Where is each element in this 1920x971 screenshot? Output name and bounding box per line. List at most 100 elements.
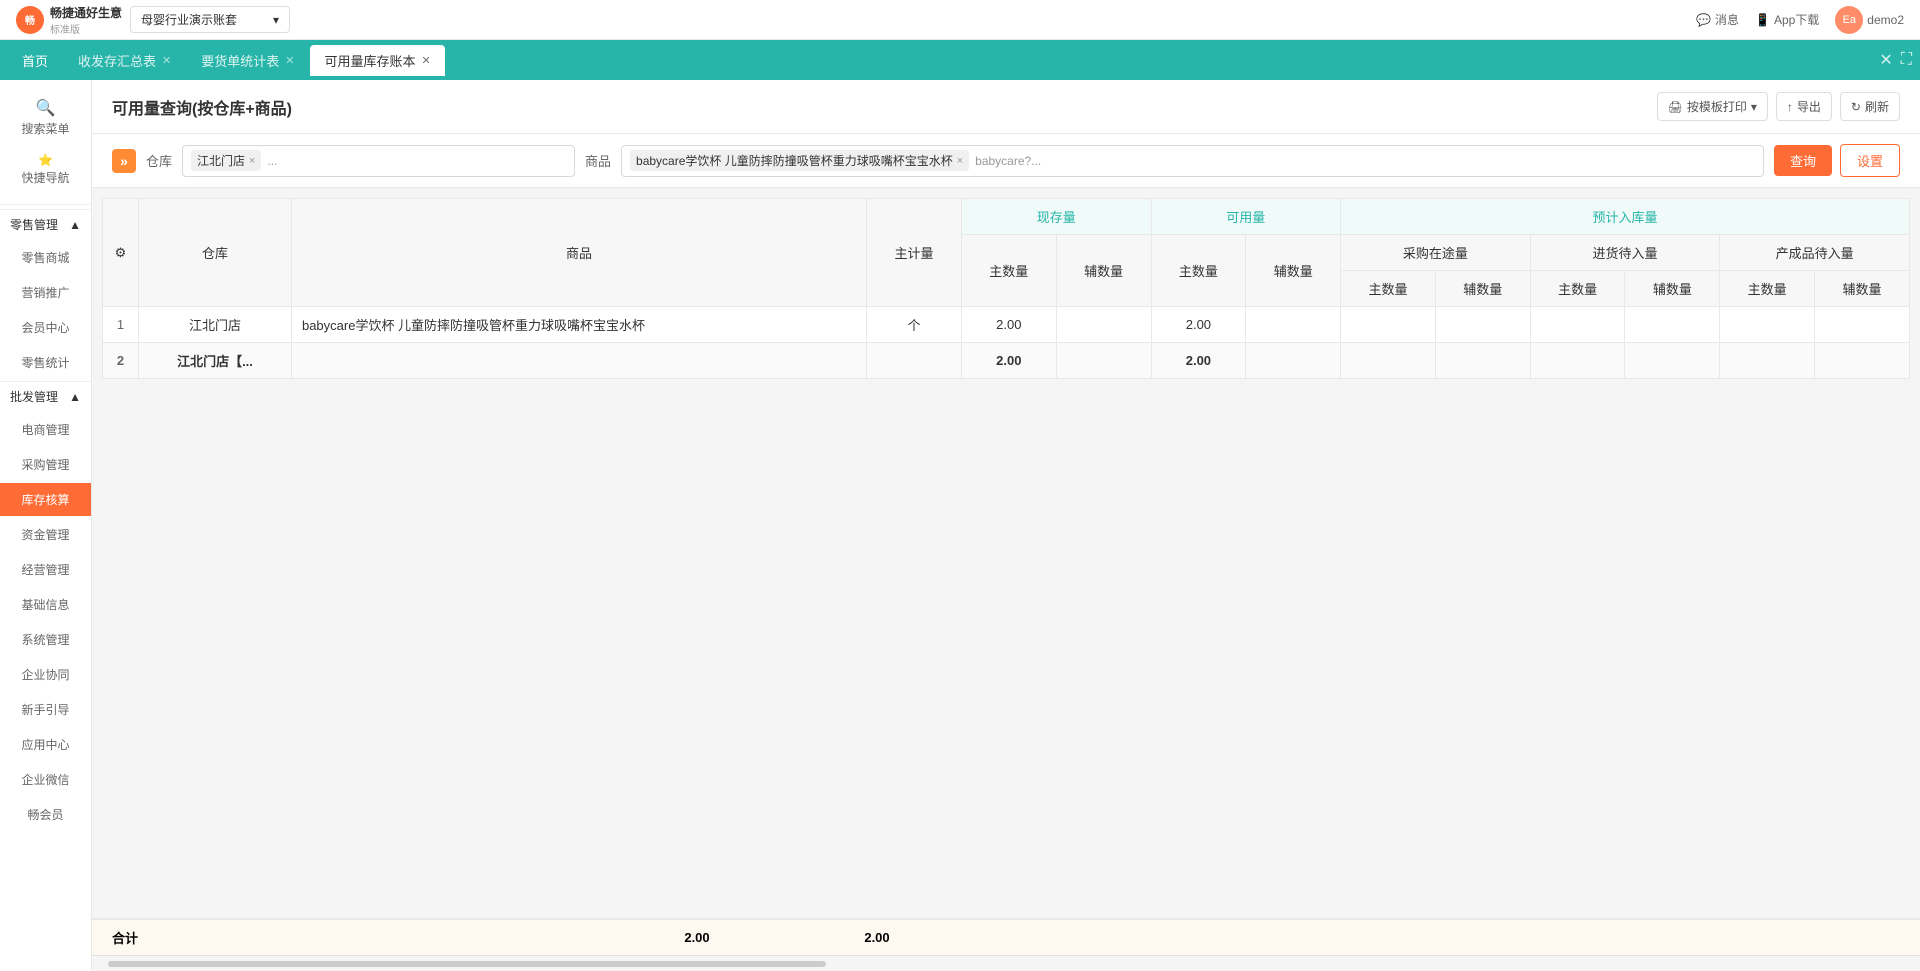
product-filter-container[interactable]: babycare学饮杯 儿童防摔防撞吸管杯重力球吸嘴杯宝宝水杯 × babyca… (621, 145, 1764, 177)
search-menu-btn[interactable]: 🔍 搜索菜单 (0, 90, 91, 145)
sidebar-item-member[interactable]: 会员中心 (0, 311, 91, 344)
tab-order-close-icon[interactable]: ✕ (285, 54, 294, 67)
app-center-label: 应用中心 (21, 736, 69, 753)
refresh-btn[interactable]: ↻ 刷新 (1840, 92, 1900, 121)
marketing-label: 营销推广 (21, 284, 69, 301)
table-area: ⚙ 仓库 商品 主计量 现存量 可用量 预计入库量 主数量 辅数量 主数量 (92, 188, 1920, 918)
row-product: babycare学饮杯 儿童防摔防撞吸管杯重力球吸嘴杯宝宝水杯 (291, 307, 866, 343)
message-icon: 💬 (1696, 13, 1711, 27)
app-download-btn[interactable]: 📱 App下载 (1755, 11, 1819, 28)
download-icon: 📱 (1755, 13, 1770, 27)
filter-area: » 仓库 江北门店 × ... 商品 babycare学饮杯 儿童防摔防撞吸管杯… (92, 134, 1920, 188)
th-prod-aux: 辅数量 (1815, 271, 1910, 307)
system-label: 系统管理 (21, 631, 69, 648)
logo-text: 畅捷通好生意 标准版 (50, 4, 122, 36)
sidebar-item-marketing[interactable]: 营销推广 (0, 276, 91, 309)
top-bar-right: 💬 消息 📱 App下载 Ea demo2 (1696, 6, 1904, 34)
filter-toggle-btn[interactable]: » (112, 149, 136, 173)
operations-label: 经营管理 (21, 561, 69, 578)
sidebar-item-finance[interactable]: 资金管理 (0, 518, 91, 551)
export-icon: ↑ (1787, 100, 1793, 114)
avatar: Ea (1835, 6, 1863, 34)
th-incoming-main: 主数量 (1530, 271, 1625, 307)
sidebar-item-app-center[interactable]: 应用中心 (0, 728, 91, 761)
quick-nav-label: 快捷导航 (21, 169, 69, 186)
logo-sub: 标准版 (50, 21, 122, 36)
query-btn[interactable]: 查询 (1774, 145, 1832, 176)
product-tag-1-close-icon[interactable]: × (957, 155, 963, 167)
retail-stats-label: 零售统计 (21, 354, 69, 371)
export-btn[interactable]: ↑ 导出 (1776, 92, 1832, 121)
warehouse-more: ... (267, 154, 277, 168)
member-pro-label: 畅会员 (27, 806, 63, 823)
sidebar-item-purchase[interactable]: 采购管理 (0, 448, 91, 481)
warehouse-tag: 江北门店 × (191, 150, 261, 171)
setting-btn[interactable]: 设置 (1840, 144, 1900, 177)
sidebar-nav: 零售管理 ▲ 零售商城 营销推广 会员中心 零售统计 批发管理 ▲ 电商管理 (0, 205, 91, 835)
footer-current-main: 2.00 (652, 930, 742, 945)
warehouse-filter-label: 仓库 (146, 151, 172, 170)
sidebar-item-retail-mall[interactable]: 零售商城 (0, 241, 91, 274)
ecommerce-label: 电商管理 (21, 421, 69, 438)
row-prod-main-2 (1720, 343, 1815, 379)
tab-available-close-icon[interactable]: ✕ (422, 54, 431, 67)
tab-available-label: 可用量库存账本 (324, 51, 415, 70)
purchase-label: 采购管理 (21, 456, 69, 473)
sidebar-item-wechat[interactable]: 企业微信 (0, 763, 91, 796)
print-btn[interactable]: 🖨 按模板打印 ▾ (1657, 92, 1768, 121)
row-purchase-main (1341, 307, 1436, 343)
sidebar-item-enterprise[interactable]: 企业协同 (0, 658, 91, 691)
sidebar-item-member-pro[interactable]: 畅会员 (0, 798, 91, 831)
close-window-icon[interactable]: ✕ (1879, 50, 1892, 70)
sidebar-item-system[interactable]: 系统管理 (0, 623, 91, 656)
row-prod-aux (1815, 307, 1910, 343)
row-incoming-aux-2 (1625, 343, 1720, 379)
row-current-aux-2 (1056, 343, 1151, 379)
wholesale-label: 批发管理 (10, 388, 58, 405)
newbie-label: 新手引导 (21, 701, 69, 718)
tab-home[interactable]: 首页 (8, 45, 62, 76)
product-tag-1-text: babycare学饮杯 儿童防摔防撞吸管杯重力球吸嘴杯宝宝水杯 (636, 152, 953, 169)
sidebar-item-inventory[interactable]: 库存核算 (0, 483, 91, 516)
th-available: 可用量 (1151, 199, 1341, 235)
th-product: 商品 (291, 199, 866, 307)
row-index: 1 (103, 307, 139, 343)
sidebar-item-ecommerce[interactable]: 电商管理 (0, 413, 91, 446)
tab-available-stock[interactable]: 可用量库存账本 ✕ (310, 45, 444, 76)
filter-actions: 查询 设置 (1774, 144, 1900, 177)
tab-receive-close-icon[interactable]: ✕ (162, 54, 171, 67)
nav-icon: ⭐ (38, 153, 53, 167)
sidebar-item-retail-stats[interactable]: 零售统计 (0, 346, 91, 379)
expand-icon[interactable]: ⛶ (1901, 51, 1912, 69)
th-production: 产成品待入量 (1720, 235, 1910, 271)
sidebar-item-retail-management[interactable]: 零售管理 ▲ (0, 209, 91, 239)
quick-nav-btn[interactable]: ⭐ 快捷导航 (0, 145, 91, 194)
store-selector[interactable]: 母婴行业演示账套 ▾ (130, 6, 290, 33)
row-incoming-aux (1625, 307, 1720, 343)
table-scroll-container: ⚙ 仓库 商品 主计量 现存量 可用量 预计入库量 主数量 辅数量 主数量 (102, 198, 1910, 385)
warehouse-tag-close-icon[interactable]: × (249, 155, 255, 167)
warehouse-filter-container[interactable]: 江北门店 × ... (182, 145, 575, 177)
home-tab-label: 首页 (22, 51, 48, 70)
sidebar-item-basic-info[interactable]: 基础信息 (0, 588, 91, 621)
th-purchase-transit: 采购在途量 (1341, 235, 1531, 271)
sidebar-item-newbie[interactable]: 新手引导 (0, 693, 91, 726)
page-title: 可用量查询(按仓库+商品) (112, 95, 292, 119)
h-scrollbar[interactable] (92, 955, 1920, 971)
h-scrollbar-thumb (108, 961, 826, 967)
tab-receive-summary[interactable]: 收发存汇总表 ✕ (64, 45, 185, 76)
member-label: 会员中心 (21, 319, 69, 336)
tab-order-stats[interactable]: 要货单统计表 ✕ (187, 45, 308, 76)
product-filter-label: 商品 (585, 151, 611, 170)
sidebar-item-operations[interactable]: 经营管理 (0, 553, 91, 586)
store-selector-label: 母婴行业演示账套 (141, 11, 237, 28)
tab-receive-label: 收发存汇总表 (78, 51, 156, 70)
search-icon: 🔍 (36, 98, 56, 118)
sidebar-item-wholesale[interactable]: 批发管理 ▲ (0, 381, 91, 411)
search-menu-label: 搜索菜单 (21, 120, 69, 137)
basic-info-label: 基础信息 (21, 596, 69, 613)
print-label: 按模板打印 (1687, 98, 1747, 115)
row-warehouse: 江北门店 (139, 307, 292, 343)
user-area[interactable]: Ea demo2 (1835, 6, 1904, 34)
message-btn[interactable]: 💬 消息 (1696, 11, 1739, 28)
